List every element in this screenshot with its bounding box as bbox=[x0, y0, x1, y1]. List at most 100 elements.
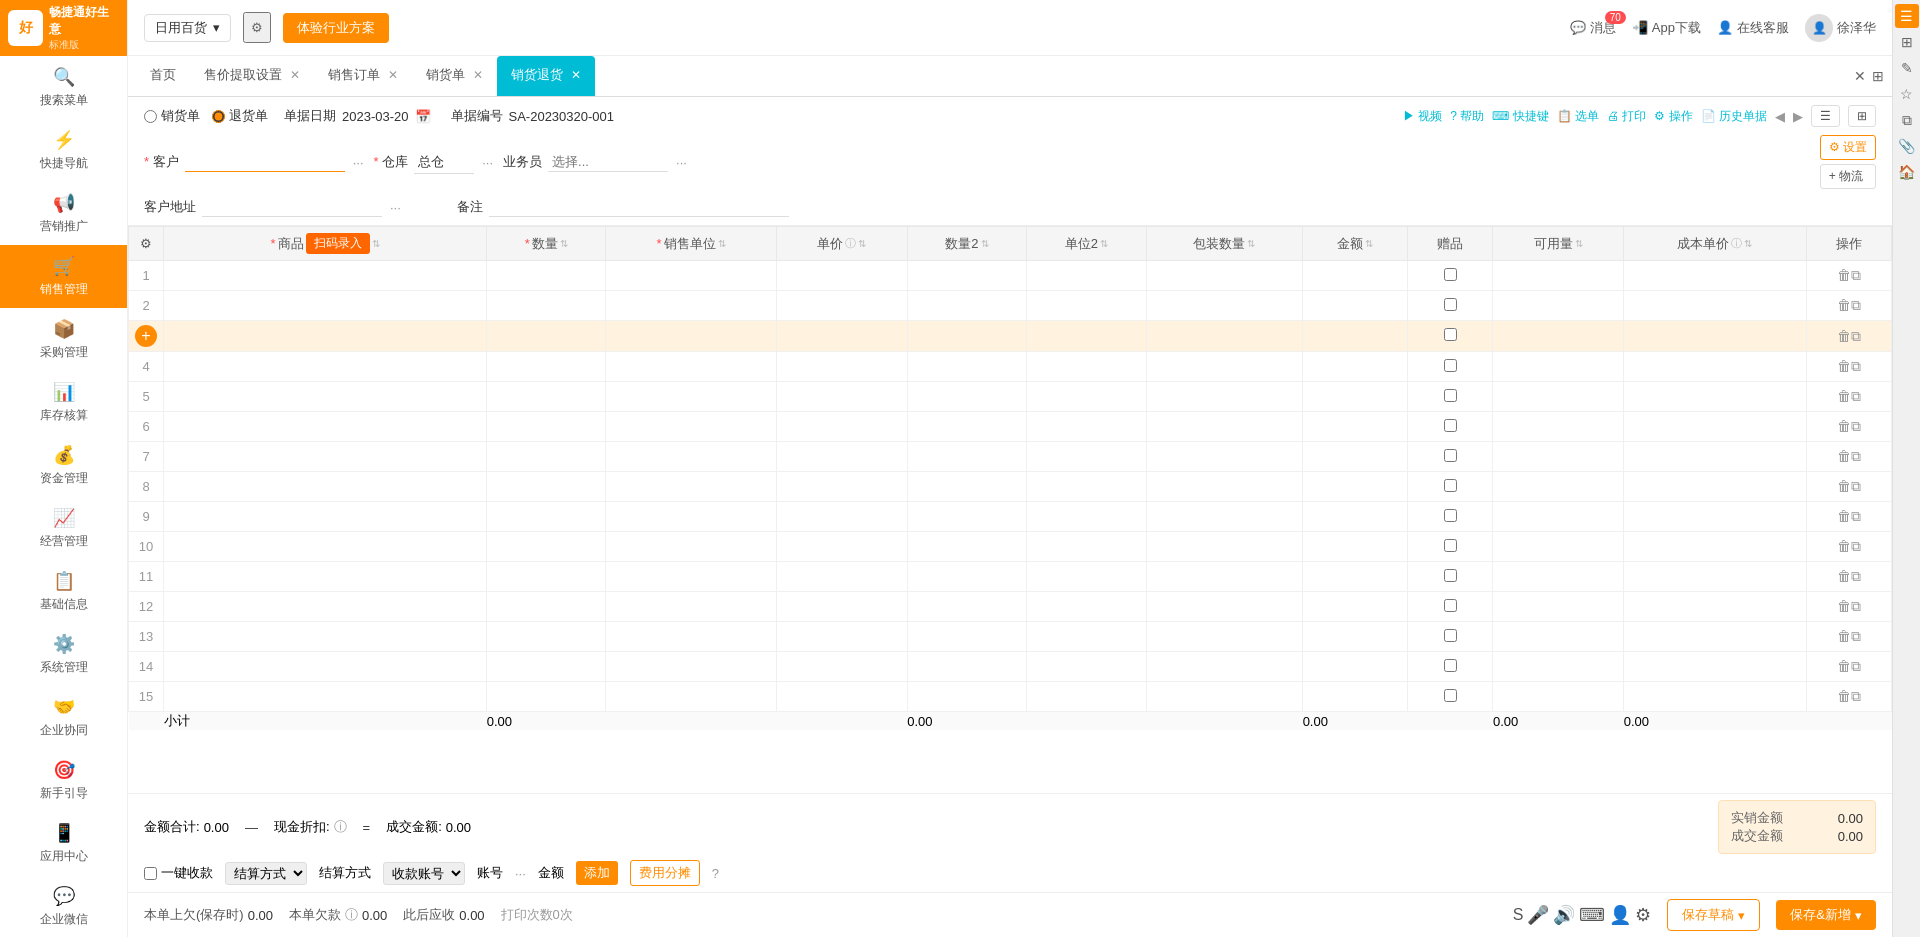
gift-checkbox-12[interactable] bbox=[1408, 592, 1493, 622]
settings2-icon[interactable]: ⚙ bbox=[1635, 904, 1651, 926]
expense-split-button[interactable]: 费用分摊 bbox=[630, 860, 700, 886]
cell-1-2[interactable] bbox=[776, 261, 907, 291]
sidebar-item-quick-nav[interactable]: ⚡ 快捷导航 bbox=[0, 119, 127, 182]
gift-checkbox-8[interactable] bbox=[1408, 472, 1493, 502]
delete-row-button-4[interactable]: 🗑 bbox=[1837, 358, 1851, 374]
cell-2-1[interactable] bbox=[606, 291, 777, 321]
gift-checkbox-10[interactable] bbox=[1408, 532, 1493, 562]
salesperson-picker-button[interactable]: ··· bbox=[676, 155, 687, 170]
copy-row-button-12[interactable]: ⧉ bbox=[1851, 598, 1861, 615]
cell-10-1[interactable] bbox=[606, 532, 777, 562]
cell-13-5[interactable] bbox=[1146, 622, 1303, 652]
gift-checkbox-2[interactable] bbox=[1408, 291, 1493, 321]
delete-row-button-1[interactable]: 🗑 bbox=[1837, 267, 1851, 283]
cell-12-2[interactable] bbox=[776, 592, 907, 622]
sidebar-item-marketing[interactable]: 📢 营销推广 bbox=[0, 182, 127, 245]
cell-15-6[interactable] bbox=[1303, 682, 1408, 712]
cell-1-5[interactable] bbox=[1146, 261, 1303, 291]
product-cell-7[interactable] bbox=[164, 442, 487, 472]
cell-11-3[interactable] bbox=[907, 562, 1026, 592]
sidebar-item-purchase[interactable]: 📦 采购管理 bbox=[0, 308, 127, 371]
gift-checkbox-9[interactable] bbox=[1408, 502, 1493, 532]
cell-9-2[interactable] bbox=[776, 502, 907, 532]
tab-sales-return[interactable]: 销货退货 ✕ bbox=[497, 56, 595, 96]
cell-4-1[interactable] bbox=[606, 352, 777, 382]
cell-9-5[interactable] bbox=[1146, 502, 1303, 532]
sidebar-item-sales[interactable]: 🛒 销售管理 bbox=[0, 245, 127, 308]
message-button[interactable]: 💬 消息 70 bbox=[1570, 19, 1616, 37]
cell-1-6[interactable] bbox=[1303, 261, 1408, 291]
cell-8-3[interactable] bbox=[907, 472, 1026, 502]
print-link[interactable]: 🖨 打印 bbox=[1607, 108, 1646, 125]
product-cell-12[interactable] bbox=[164, 592, 487, 622]
cell-11-2[interactable] bbox=[776, 562, 907, 592]
gift-checkbox-1[interactable] bbox=[1408, 261, 1493, 291]
cell-7-6[interactable] bbox=[1303, 442, 1408, 472]
copy-row-button-2[interactable]: ⧉ bbox=[1851, 297, 1861, 314]
cell-4-4[interactable] bbox=[1027, 352, 1146, 382]
delete-row-button-12[interactable]: 🗑 bbox=[1837, 598, 1851, 614]
keyboard-icon[interactable]: ⌨ bbox=[1579, 904, 1605, 926]
account-dots[interactable]: ··· bbox=[515, 866, 526, 881]
cell-4-6[interactable] bbox=[1303, 352, 1408, 382]
cell-4-0[interactable] bbox=[487, 352, 606, 382]
cell-7-1[interactable] bbox=[606, 442, 777, 472]
cell-3-2[interactable] bbox=[776, 321, 907, 352]
cell-6-4[interactable] bbox=[1027, 412, 1146, 442]
cell-7-5[interactable] bbox=[1146, 442, 1303, 472]
cell-15-4[interactable] bbox=[1027, 682, 1146, 712]
gift-checkbox-4[interactable] bbox=[1408, 352, 1493, 382]
cell-10-4[interactable] bbox=[1027, 532, 1146, 562]
salesperson-input[interactable] bbox=[548, 152, 668, 172]
cell-8-0[interactable] bbox=[487, 472, 606, 502]
app-download-button[interactable]: 📲 App下载 bbox=[1632, 19, 1701, 37]
product-sort-icon[interactable]: ⇅ bbox=[372, 238, 380, 249]
shortcut-link[interactable]: ⌨ 快捷键 bbox=[1492, 108, 1548, 125]
cell-9-0[interactable] bbox=[487, 502, 606, 532]
sidebar-item-base-info[interactable]: 📋 基础信息 bbox=[0, 560, 127, 623]
copy-row-button-5[interactable]: ⧉ bbox=[1851, 388, 1861, 405]
expense-help-icon[interactable]: ? bbox=[712, 866, 719, 881]
unit2-sort-icon[interactable]: ⇅ bbox=[1100, 238, 1108, 249]
cell-8-5[interactable] bbox=[1146, 472, 1303, 502]
add-row-button[interactable]: + bbox=[135, 325, 157, 347]
copy-row-button-10[interactable]: ⧉ bbox=[1851, 538, 1861, 555]
cell-13-2[interactable] bbox=[776, 622, 907, 652]
nav-next-icon[interactable]: ▶ bbox=[1793, 109, 1803, 124]
cell-2-4[interactable] bbox=[1027, 291, 1146, 321]
note-input[interactable] bbox=[489, 197, 789, 217]
cell-11-6[interactable] bbox=[1303, 562, 1408, 592]
pack-sort-icon[interactable]: ⇅ bbox=[1247, 238, 1255, 249]
product-cell-1[interactable] bbox=[164, 261, 487, 291]
delete-row-button-3[interactable]: 🗑 bbox=[1837, 328, 1851, 344]
rp-star[interactable]: ☆ bbox=[1895, 82, 1919, 106]
cell-14-5[interactable] bbox=[1146, 652, 1303, 682]
cost-sort-icon[interactable]: ⇅ bbox=[1744, 238, 1752, 249]
cell-7-3[interactable] bbox=[907, 442, 1026, 472]
sidebar-item-app-center[interactable]: 📱 应用中心 bbox=[0, 812, 127, 875]
delete-row-button-8[interactable]: 🗑 bbox=[1837, 478, 1851, 494]
delete-row-button-15[interactable]: 🗑 bbox=[1837, 688, 1851, 704]
cell-6-2[interactable] bbox=[776, 412, 907, 442]
customer-picker-button[interactable]: ··· bbox=[353, 155, 364, 170]
cell-7-0[interactable] bbox=[487, 442, 606, 472]
cell-11-5[interactable] bbox=[1146, 562, 1303, 592]
copy-row-button-11[interactable]: ⧉ bbox=[1851, 568, 1861, 585]
copy-row-button-15[interactable]: ⧉ bbox=[1851, 688, 1861, 705]
customer-input[interactable] bbox=[185, 152, 345, 172]
cell-5-1[interactable] bbox=[606, 382, 777, 412]
cell-2-6[interactable] bbox=[1303, 291, 1408, 321]
cell-11-4[interactable] bbox=[1027, 562, 1146, 592]
cell-12-5[interactable] bbox=[1146, 592, 1303, 622]
cell-7-4[interactable] bbox=[1027, 442, 1146, 472]
cell-12-3[interactable] bbox=[907, 592, 1026, 622]
address-input[interactable] bbox=[202, 197, 382, 217]
nav-prev-icon[interactable]: ◀ bbox=[1775, 109, 1785, 124]
rp-copy[interactable]: ⧉ bbox=[1895, 108, 1919, 132]
cell-3-0[interactable] bbox=[487, 321, 606, 352]
cell-13-1[interactable] bbox=[606, 622, 777, 652]
scan-button[interactable]: 扫码录入 bbox=[306, 233, 370, 254]
sidebar-item-search[interactable]: 🔍 搜索菜单 bbox=[0, 56, 127, 119]
tab-price-settings-close[interactable]: ✕ bbox=[290, 68, 300, 82]
tab-sales-delivery[interactable]: 销货单 ✕ bbox=[412, 56, 497, 96]
